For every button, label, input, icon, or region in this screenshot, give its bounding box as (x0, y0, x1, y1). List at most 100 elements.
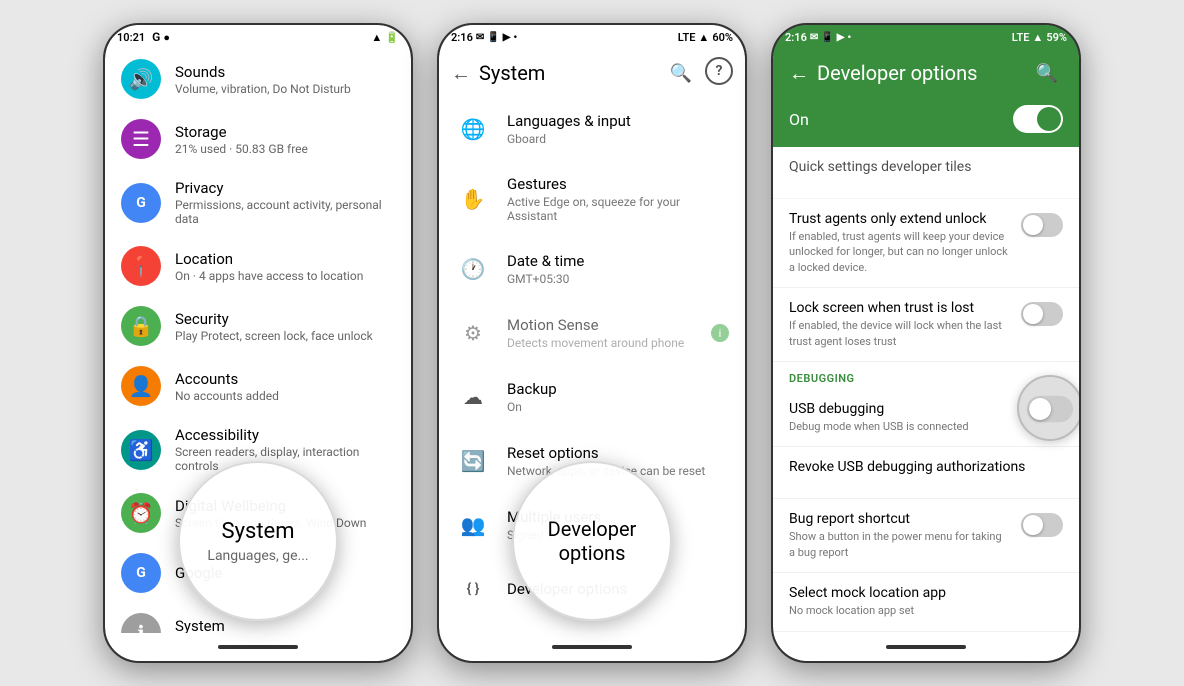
dev-item-gnss[interactable]: Force full GNSS measurements Track all G… (773, 632, 1079, 633)
time-1: 10:21 (117, 31, 145, 44)
dev-on-toggle[interactable] (1013, 105, 1063, 133)
accounts-icon: 👤 (121, 366, 161, 406)
system-item-datetime[interactable]: 🕐 Date & time GMT+05:30 (439, 237, 745, 301)
back-button-2[interactable]: ← (451, 61, 471, 86)
usb-debug-title: USB debugging (789, 401, 1051, 417)
location-title: Location (175, 250, 395, 268)
users-icon: 👥 (455, 507, 491, 543)
location-subtitle: On · 4 apps have access to location (175, 269, 395, 283)
magnifier-title-2: Developer options (514, 517, 670, 565)
reset-title: Reset options (507, 444, 705, 462)
battery-3: 59% (1046, 31, 1067, 44)
dev-header: ← Developer options 🔍 (773, 49, 1079, 97)
sidebar-item-security[interactable]: 🔒 Security Play Protect, screen lock, fa… (105, 296, 411, 356)
reset-icon: 🔄 (455, 443, 491, 479)
magnifier-circle-1: System Languages, ge... (178, 461, 338, 621)
system-item-languages[interactable]: 🌐 Languages & input Gboard (439, 97, 745, 161)
security-title: Security (175, 310, 395, 328)
system-item-motion[interactable]: ⚙ Motion Sense Detects movement around p… (439, 301, 745, 365)
sidebar-item-sounds[interactable]: 🔊 Sounds Volume, vibration, Do Not Distu… (105, 49, 411, 109)
dev-item-lock-screen[interactable]: Lock screen when trust is lost If enable… (773, 288, 1079, 362)
nav-pill-2 (552, 645, 632, 649)
sidebar-item-location[interactable]: 📍 Location On · 4 apps have access to lo… (105, 236, 411, 296)
trust-agents-subtitle: If enabled, trust agents will keep your … (789, 229, 1009, 275)
dev-item-trust-agents[interactable]: Trust agents only extend unlock If enabl… (773, 199, 1079, 288)
quick-settings-title: Quick settings developer tiles (789, 159, 1051, 175)
status-bar-1: 10:21 G ● ▲ 🔋 (105, 25, 411, 49)
security-icon: 🔒 (121, 306, 161, 346)
lock-screen-title: Lock screen when trust is lost (789, 300, 1009, 316)
accounts-subtitle: No accounts added (175, 389, 395, 403)
search-button-3[interactable]: 🔍 (1031, 57, 1063, 89)
magnifier-subtitle-1: Languages, ge... (207, 548, 308, 564)
motion-icon: ⚙ (455, 315, 491, 351)
trust-agents-title: Trust agents only extend unlock (789, 211, 1009, 227)
youtube-icon: ▶ (503, 32, 511, 43)
msg-icon-3: ✉ (810, 32, 818, 43)
privacy-subtitle: Permissions, account activity, personal … (175, 198, 395, 226)
system-item-backup[interactable]: ☁ Backup On (439, 365, 745, 429)
dev-title: Developer options (817, 61, 1031, 85)
nav-pill-1 (218, 645, 298, 649)
lte-label-3: LTE (1012, 31, 1030, 44)
storage-title: Storage (175, 123, 395, 141)
privacy-title: Privacy (175, 179, 395, 197)
yt-icon-3: ▶ (837, 32, 845, 43)
status-bar-2: 2:16 ✉ 📱 ▶ • LTE ▲ 60% (439, 25, 745, 49)
lock-screen-toggle[interactable] (1021, 302, 1063, 326)
security-subtitle: Play Protect, screen lock, face unlock (175, 329, 395, 343)
backup-subtitle: On (507, 400, 557, 414)
languages-title: Languages & input (507, 112, 631, 130)
whatsapp-icon: 📱 (487, 32, 499, 43)
nav-bar-1 (105, 633, 411, 661)
mock-location-title: Select mock location app (789, 585, 1051, 601)
dev-item-revoke-usb[interactable]: Revoke USB debugging authorizations (773, 447, 1079, 499)
sounds-title: Sounds (175, 63, 395, 81)
system-item-update[interactable]: 📱 System update (439, 621, 745, 633)
phone-3: 2:16 ✉ 📱 ▶ • LTE ▲ 59% ← Developer optio… (771, 23, 1081, 663)
lock-screen-subtitle: If enabled, the device will lock when th… (789, 318, 1009, 349)
dev-item-bug-report[interactable]: Bug report shortcut Show a button in the… (773, 499, 1079, 573)
battery-2: 60% (712, 31, 733, 44)
phone-2: 2:16 ✉ 📱 ▶ • LTE ▲ 60% ← System 🔍 ? (437, 23, 747, 663)
mock-location-subtitle: No mock location app set (789, 603, 1051, 618)
sidebar-item-privacy[interactable]: G Privacy Permissions, account activity,… (105, 169, 411, 236)
usb-debug-toggle[interactable] (1027, 396, 1073, 422)
gestures-title: Gestures (507, 175, 729, 193)
dev-item-usb-debug[interactable]: USB debugging Debug mode when USB is con… (773, 389, 1079, 447)
dev-on-label: On (789, 110, 809, 129)
sounds-subtitle: Volume, vibration, Do Not Disturb (175, 82, 395, 96)
gestures-subtitle: Active Edge on, squeeze for your Assista… (507, 195, 729, 223)
help-button-2[interactable]: ? (705, 57, 733, 85)
top-bar-2: ← System 🔍 ? (439, 49, 745, 97)
sounds-icon: 🔊 (121, 59, 161, 99)
storage-subtitle: 21% used · 50.83 GB free (175, 142, 395, 156)
sidebar-item-storage[interactable]: ☰ Storage 21% used · 50.83 GB free (105, 109, 411, 169)
trust-agents-toggle[interactable] (1021, 213, 1063, 237)
dev-item-quick-settings[interactable]: Quick settings developer tiles (773, 147, 1079, 199)
dev-item-mock-location[interactable]: Select mock location app No mock locatio… (773, 573, 1079, 631)
back-button-3[interactable]: ← (789, 61, 809, 86)
search-button-2[interactable]: 🔍 (665, 57, 697, 89)
bug-report-subtitle: Show a button in the power menu for taki… (789, 529, 1009, 560)
backup-icon: ☁ (455, 379, 491, 415)
languages-subtitle: Gboard (507, 132, 631, 146)
system-item-gestures[interactable]: ✋ Gestures Active Edge on, squeeze for y… (439, 161, 745, 237)
time-2: 2:16 (451, 31, 473, 44)
usb-debug-highlight (1017, 375, 1079, 441)
magnifier-circle-2: Developer options (512, 461, 672, 621)
privacy-icon: G (121, 183, 161, 223)
bug-report-toggle[interactable] (1021, 513, 1063, 537)
revoke-usb-title: Revoke USB debugging authorizations (789, 459, 1051, 475)
datetime-icon: 🕐 (455, 251, 491, 287)
dev-options-list: Quick settings developer tiles Trust age… (773, 147, 1079, 633)
lte-label-2: LTE (678, 31, 696, 44)
status-bar-3: 2:16 ✉ 📱 ▶ • LTE ▲ 59% (773, 25, 1079, 49)
dev-on-row: On (773, 97, 1079, 147)
motion-title: Motion Sense (507, 316, 711, 334)
usb-debug-subtitle: Debug mode when USB is connected (789, 419, 1051, 434)
location-icon: 📍 (121, 246, 161, 286)
sidebar-item-accounts[interactable]: 👤 Accounts No accounts added (105, 356, 411, 416)
accessibility-title: Accessibility (175, 426, 395, 444)
google-settings-icon: G (121, 553, 161, 593)
